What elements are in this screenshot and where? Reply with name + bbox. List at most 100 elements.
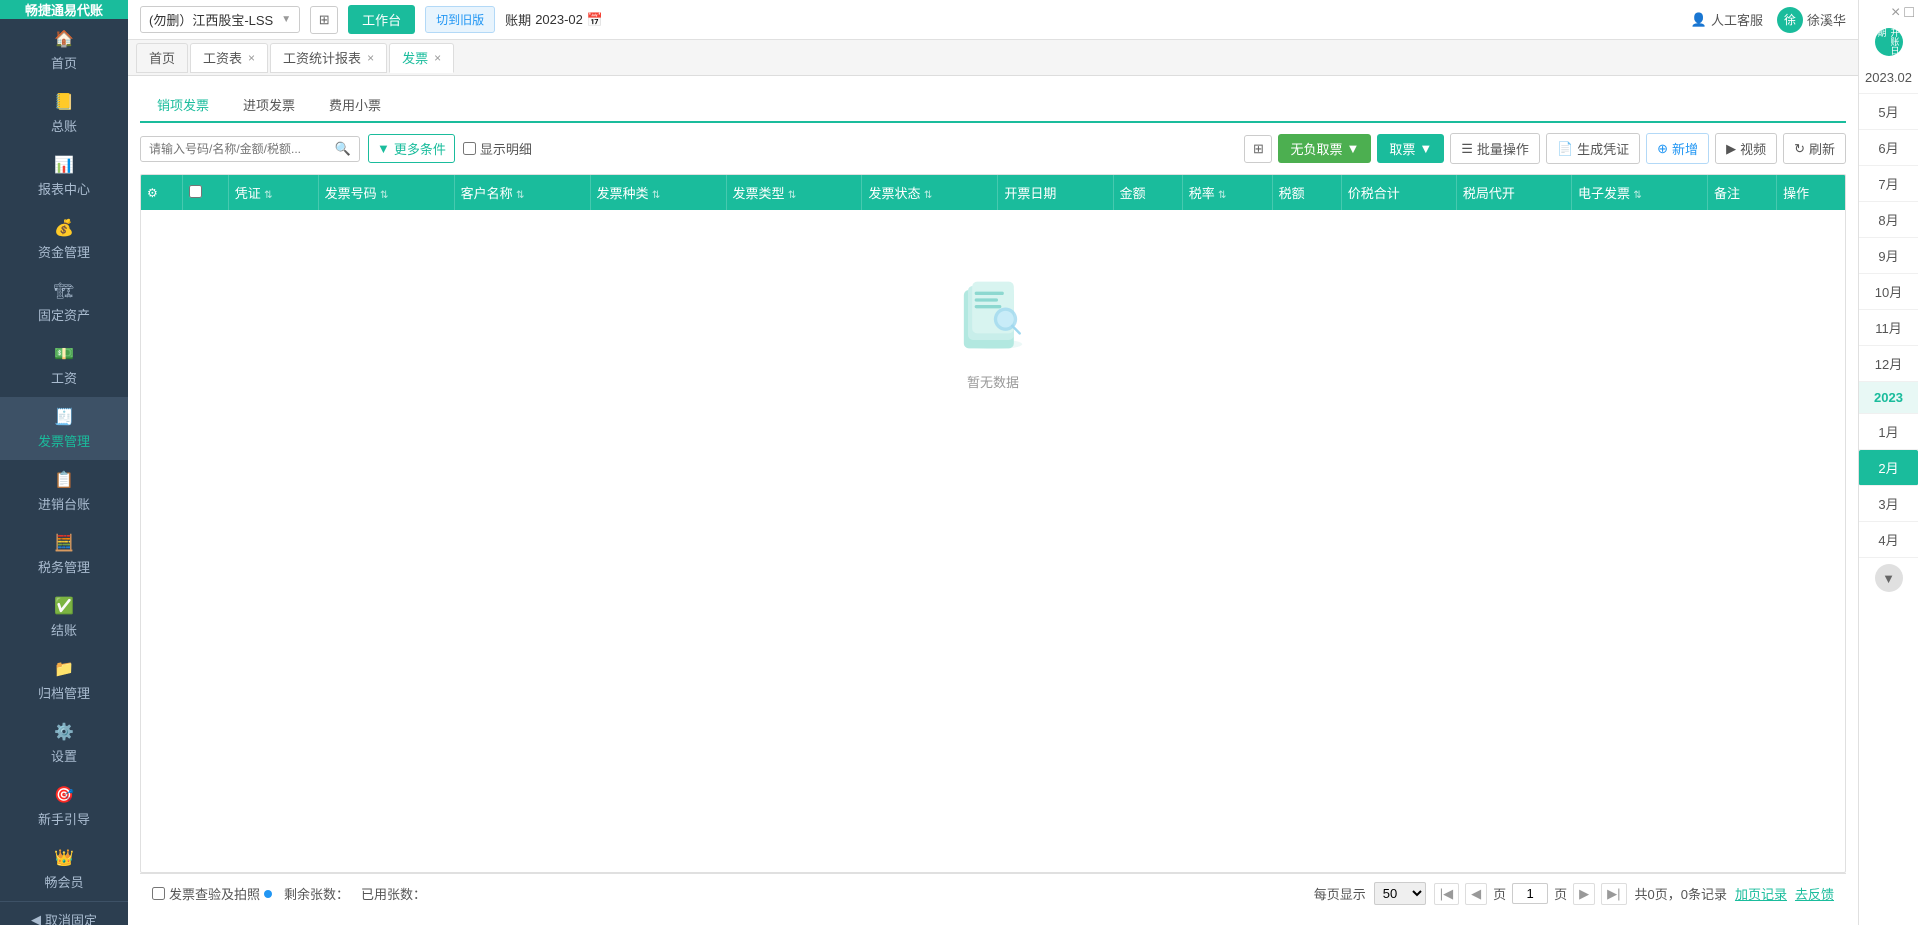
- tab-salary-stats-close[interactable]: ×: [367, 51, 374, 65]
- sidebar-unpin[interactable]: ◀ 取消固定: [0, 901, 128, 925]
- col-amount[interactable]: 金额: [1113, 175, 1182, 210]
- verify-checkbox-label[interactable]: 发票查验及拍照: [152, 884, 272, 903]
- show-detail-input[interactable]: [463, 142, 476, 155]
- col-tax-bureau[interactable]: 税局代开: [1456, 175, 1571, 210]
- date-item-jan[interactable]: 1月: [1859, 414, 1918, 450]
- sub-tab-expense[interactable]: 费用小票: [312, 88, 398, 121]
- date-item-may[interactable]: 5月: [1859, 94, 1918, 130]
- panel-close-icon[interactable]: ×: [1891, 4, 1900, 22]
- switch-version-button[interactable]: 切到旧版: [425, 6, 495, 33]
- sidebar-item-label: 总账: [51, 116, 77, 135]
- col-invoice-status[interactable]: 发票状态 ⇅: [862, 175, 998, 210]
- sidebar-item-settings[interactable]: ⚙️ 设置: [0, 712, 128, 775]
- col-invoice-type[interactable]: 发票种类 ⇅: [590, 175, 726, 210]
- col-total[interactable]: 价税合计: [1341, 175, 1456, 210]
- video-button[interactable]: ▶ 视频: [1715, 133, 1777, 164]
- prev-page-button[interactable]: ◀: [1465, 883, 1487, 905]
- last-page-button[interactable]: ▶|: [1601, 883, 1626, 905]
- customer-service[interactable]: 👤 人工客服: [1691, 10, 1763, 29]
- company-action-icon[interactable]: ⊞: [310, 6, 338, 34]
- search-box[interactable]: 🔍: [140, 136, 360, 162]
- footer: 发票查验及拍照 剩余张数： 已用张数： 每页显示 50 100 200 |◀ ◀…: [140, 873, 1846, 913]
- date-item-jul[interactable]: 7月: [1859, 166, 1918, 202]
- date-item-current[interactable]: 2023.02: [1859, 62, 1918, 94]
- sidebar-item-tax[interactable]: 🧮 税务管理: [0, 523, 128, 586]
- tab-salary-close[interactable]: ×: [248, 51, 255, 65]
- take-ticket-button[interactable]: 取票 ▼: [1377, 134, 1444, 163]
- empty-illustration: [943, 270, 1043, 360]
- refresh-button[interactable]: ↻ 刷新: [1783, 133, 1846, 164]
- unpin-label: 取消固定: [45, 910, 97, 925]
- tab-invoice[interactable]: 发票 ×: [389, 43, 454, 73]
- sidebar-item-guide[interactable]: 🎯 新手引导: [0, 775, 128, 838]
- sub-tab-sales[interactable]: 销项发票: [140, 88, 226, 123]
- tab-salary-stats[interactable]: 工资统计报表 ×: [270, 43, 387, 73]
- sidebar-item-reports[interactable]: 📊 报表中心: [0, 145, 128, 208]
- date-item-dec[interactable]: 12月: [1859, 346, 1918, 382]
- period-label: 账期: [505, 10, 531, 29]
- panel-down-arrow[interactable]: ▼: [1875, 564, 1903, 592]
- date-item-oct[interactable]: 10月: [1859, 274, 1918, 310]
- batch-icon: ☰: [1461, 141, 1473, 157]
- sidebar-item-home[interactable]: 🏠 首页: [0, 19, 128, 82]
- panel-maximize-icon[interactable]: □: [1904, 4, 1914, 22]
- date-item-year-2023[interactable]: 2023: [1859, 382, 1918, 414]
- col-e-invoice[interactable]: 电子发票 ⇅: [1572, 175, 1708, 210]
- sidebar-item-sales[interactable]: 📋 进销台账: [0, 460, 128, 523]
- date-item-apr[interactable]: 4月: [1859, 522, 1918, 558]
- col-invoice-category[interactable]: 发票类型 ⇅: [726, 175, 862, 210]
- calendar-icon[interactable]: 📅: [587, 12, 603, 28]
- no-cancel-ticket-button[interactable]: 无负取票 ▼: [1278, 134, 1371, 163]
- company-selector[interactable]: (勿删）江西股宝-LSS ▼: [140, 6, 300, 33]
- search-input[interactable]: [149, 142, 329, 156]
- col-remark[interactable]: 备注: [1707, 175, 1776, 210]
- open-date-button[interactable]: 开账日期: [1875, 28, 1903, 56]
- filter-button[interactable]: ▼ 更多条件: [368, 134, 455, 163]
- date-item-feb[interactable]: 2月: [1859, 450, 1918, 486]
- verify-checkbox[interactable]: [152, 887, 165, 900]
- sub-tab-purchase[interactable]: 进项发票: [226, 88, 312, 121]
- sidebar-item-salary[interactable]: 💵 工资: [0, 334, 128, 397]
- sidebar-item-invoice[interactable]: 🧾 发票管理: [0, 397, 128, 460]
- batch-op-button[interactable]: ☰ 批量操作: [1450, 133, 1540, 164]
- sidebar-item-member[interactable]: 👑 畅会员: [0, 838, 128, 901]
- col-open-date[interactable]: 开票日期: [998, 175, 1113, 210]
- tab-salary-table[interactable]: 工资表 ×: [190, 43, 268, 73]
- first-page-button[interactable]: |◀: [1434, 883, 1459, 905]
- show-detail-checkbox[interactable]: 显示明细: [463, 139, 532, 158]
- col-tax-amount[interactable]: 税额: [1272, 175, 1341, 210]
- date-item-mar[interactable]: 3月: [1859, 486, 1918, 522]
- sales-icon: 📋: [54, 470, 74, 490]
- grid-settings-icon[interactable]: ⊞: [1244, 135, 1272, 163]
- col-checkbox[interactable]: [182, 175, 228, 210]
- page-input[interactable]: [1512, 883, 1548, 904]
- per-page-select[interactable]: 50 100 200: [1374, 882, 1426, 905]
- tab-invoice-close[interactable]: ×: [434, 51, 441, 65]
- feedback-link[interactable]: 去反馈: [1795, 884, 1834, 903]
- next-page-button[interactable]: ▶: [1573, 883, 1595, 905]
- date-item-nov[interactable]: 11月: [1859, 310, 1918, 346]
- sort-icon: ⇅: [380, 190, 388, 201]
- sidebar-item-archive[interactable]: 📁 归档管理: [0, 649, 128, 712]
- sidebar-item-finance[interactable]: 💰 资金管理: [0, 208, 128, 271]
- new-button[interactable]: ⊕ 新增: [1646, 133, 1709, 164]
- col-voucher[interactable]: 凭证 ⇅: [228, 175, 318, 210]
- select-all-checkbox[interactable]: [189, 185, 202, 198]
- col-invoice-no[interactable]: 发票号码 ⇅: [318, 175, 454, 210]
- generate-voucher-button[interactable]: 📄 生成凭证: [1546, 133, 1640, 164]
- date-item-jun[interactable]: 6月: [1859, 130, 1918, 166]
- col-settings[interactable]: ⚙: [141, 175, 182, 210]
- sidebar-item-close[interactable]: ✅ 结账: [0, 586, 128, 649]
- col-tax-rate[interactable]: 税率 ⇅: [1182, 175, 1272, 210]
- tab-home[interactable]: 首页: [136, 43, 188, 73]
- add-record-link[interactable]: 加页记录: [1735, 884, 1787, 903]
- sidebar-item-label: 归档管理: [38, 683, 90, 702]
- sidebar-item-assets[interactable]: 🏗 固定资产: [0, 271, 128, 334]
- member-icon: 👑: [54, 848, 74, 868]
- col-customer[interactable]: 客户名称 ⇅: [454, 175, 590, 210]
- date-item-sep[interactable]: 9月: [1859, 238, 1918, 274]
- workspace-button[interactable]: 工作台: [348, 5, 415, 34]
- date-item-aug[interactable]: 8月: [1859, 202, 1918, 238]
- sidebar-item-ledger[interactable]: 📒 总账: [0, 82, 128, 145]
- user-profile[interactable]: 徐 徐溪华: [1777, 7, 1846, 33]
